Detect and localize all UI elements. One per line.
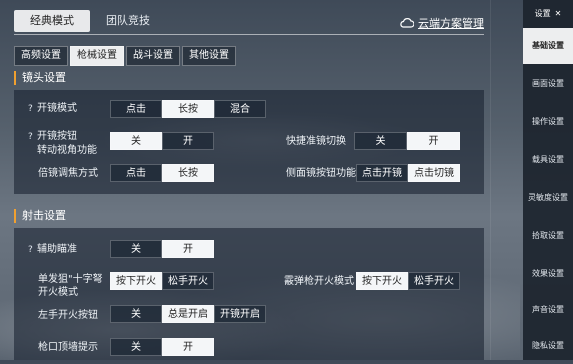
option-tap[interactable]: 点击 [110,100,162,118]
scope-mode-selector: 点击 长按 混合 [110,100,266,118]
shotgun-fire-selector: 按下开火 松手开火 [356,272,460,290]
help-icon[interactable]: ? [28,131,37,144]
cloud-manager-label: 云端方案管理 [418,17,484,30]
option-on[interactable]: 开 [162,240,214,258]
option-tap-scope[interactable]: 点击开镜 [356,164,408,182]
option-always-on[interactable]: 总是开启 [162,305,214,323]
cloud-manager-link[interactable]: 云端方案管理 [400,15,484,31]
option-tap-switch[interactable]: 点击切镜 [408,164,460,182]
option-off[interactable]: 关 [110,305,162,323]
muzzle-hint-label: 枪口顶墙提示 [38,342,98,353]
option-off[interactable]: 关 [110,132,162,150]
tab-high-frequency[interactable]: 高频设置 [14,46,68,66]
sidebar-item-privacy[interactable]: 隐私设置 [523,328,573,364]
left-fire-label: 左手开火按钮 [38,310,98,321]
option-press-fire[interactable]: 按下开火 [356,272,408,290]
sidebar-item-effects[interactable]: 效果设置 [523,256,573,292]
left-fire-selector: 关 总是开启 开镜开启 [110,305,266,323]
settings-sub-tabs: 高频设置 枪械设置 战斗设置 其他设置 [14,46,236,66]
side-scope-selector: 点击开镜 点击切镜 [356,164,460,182]
sidebar-item-controls[interactable]: 操作设置 [523,104,573,140]
sidebar-item-sound[interactable]: 声音设置 [523,292,573,328]
divider [490,0,491,360]
section-title-scope: 镜头设置 [14,71,66,85]
option-press-fire[interactable]: 按下开火 [110,272,162,290]
cloud-icon [400,18,414,28]
zoom-mode-selector: 点击 长按 [110,164,214,182]
help-icon[interactable]: ? [28,244,37,257]
aim-assist-label: ? 辅助瞄准 [28,244,77,257]
option-on[interactable]: 开 [162,132,214,150]
option-release-fire[interactable]: 松手开火 [162,272,214,290]
help-icon[interactable]: ? [28,103,37,116]
side-scope-label: 侧面镜按钮功能 [286,168,356,179]
option-on-scope[interactable]: 开镜开启 [214,305,266,323]
sniper-fire-selector: 按下开火 松手开火 [110,272,214,290]
tab-team-deathmatch[interactable]: 团队竞技 [90,10,166,32]
sidebar-item-sensitivity[interactable]: 灵敏度设置 [523,180,573,216]
mode-tabs: 经典模式 团队竞技 [14,10,166,34]
sidebar-item-graphics[interactable]: 画面设置 [523,66,573,102]
scope-mode-label: ? 开镜模式 [28,103,77,116]
option-hold[interactable]: 长按 [162,100,214,118]
scope-turn-label-line2: 转动视角功能 [37,145,97,156]
close-icon[interactable]: ✕ [555,9,562,18]
option-mixed[interactable]: 混合 [214,100,266,118]
quick-switch-toggle: 关 开 [354,132,460,150]
sidebar-item-pickup[interactable]: 拾取设置 [523,218,573,254]
option-off[interactable]: 关 [354,132,407,150]
sidebar-item-basic[interactable]: 基础设置 [523,28,573,64]
tab-combat-settings[interactable]: 战斗设置 [126,46,180,66]
zoom-mode-label: 倍镜调焦方式 [38,168,98,179]
option-off[interactable]: 关 [110,240,162,258]
option-hold[interactable]: 长按 [162,164,214,182]
sidebar-header: 设置 ✕ [523,4,573,22]
settings-title: 设置 [534,8,551,18]
option-release-fire[interactable]: 松手开火 [408,272,460,290]
sniper-fire-label: 单发狙"十字弩 开火模式 [38,273,103,299]
muzzle-hint-toggle: 关 开 [110,338,214,356]
tab-classic-mode[interactable]: 经典模式 [14,10,90,32]
option-tap[interactable]: 点击 [110,164,162,182]
scope-turn-toggle: 关 开 [110,132,214,150]
quick-switch-label: 快捷准镜切换 [286,136,346,147]
divider [14,34,484,35]
option-on[interactable]: 开 [407,132,460,150]
sniper-fire-label-line1: 单发狙"十字弩 [38,274,103,285]
sidebar-item-vehicle[interactable]: 载具设置 [523,142,573,178]
tab-other-settings[interactable]: 其他设置 [182,46,236,66]
option-off[interactable]: 关 [110,338,162,356]
tab-weapon-settings[interactable]: 枪械设置 [70,46,124,66]
aim-assist-toggle: 关 开 [110,240,214,258]
section-title-fire: 射击设置 [14,209,66,223]
option-on[interactable]: 开 [162,338,214,356]
shotgun-fire-label: 霰弹枪开火模式 [284,276,354,287]
scope-turn-label: ? 开镜按钮 转动视角功能 [28,131,97,156]
sniper-fire-label-line2: 开火模式 [38,287,78,298]
settings-sidebar: 设置 ✕ 基础设置 画面设置 操作设置 载具设置 灵敏度设置 拾取设置 效果设置… [523,0,573,360]
